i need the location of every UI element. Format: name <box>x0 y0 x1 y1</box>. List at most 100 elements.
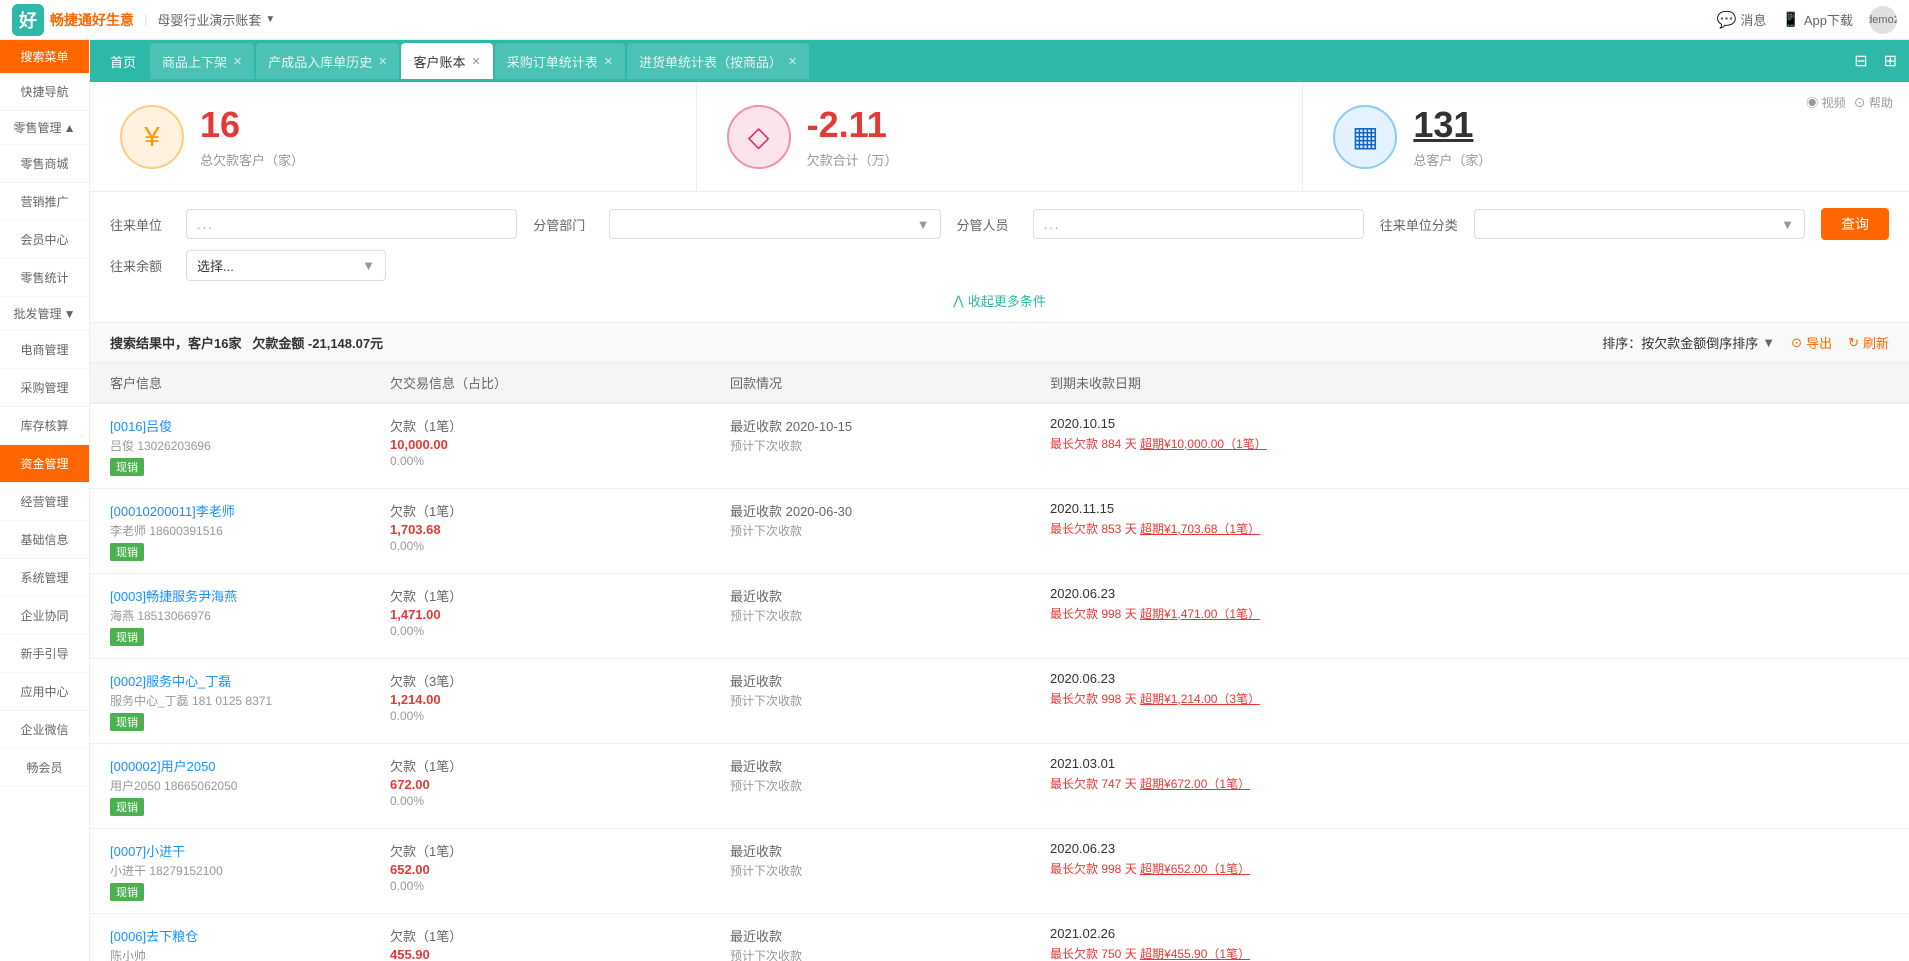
table-row: [00010200011]李老师 李老师 18600391516 现销 欠款（1… <box>90 489 1909 574</box>
customer-name-link[interactable]: [000002]用户2050 <box>110 759 216 774</box>
debt-amount: 672.00 <box>390 777 730 792</box>
debt-amount: 10,000.00 <box>390 437 730 452</box>
logo: 好 畅捷通好生意 <box>12 4 134 36</box>
sidebar-item-batch-mgmt[interactable]: 批发管理 ▼ <box>0 297 89 331</box>
sort-control[interactable]: 排序：按欠款金额倒序排序 ▼ <box>1602 333 1775 352</box>
overdue-info[interactable]: 最长欠款 998 天 超期¥652.00（1笔） <box>1050 860 1889 877</box>
tab-purchase-summary[interactable]: 进货单统计表（按商品） ✕ <box>627 43 809 79</box>
overdue-info[interactable]: 最长欠款 998 天 超期¥1,214.00（3笔） <box>1050 690 1889 707</box>
sidebar-item-basic-info[interactable]: 基础信息 <box>0 521 89 559</box>
customer-phone: 李老师 18600391516 <box>110 522 390 539</box>
sidebar-item-operations[interactable]: 经营管理 <box>0 483 89 521</box>
debt-percent: 0.00% <box>390 624 730 638</box>
return-next: 预计下次收款 <box>730 437 1050 454</box>
export-btn[interactable]: ⊙ 导出 <box>1791 333 1832 352</box>
tab-expand-btn[interactable]: ⊞ <box>1880 49 1901 73</box>
customer-name-link[interactable]: [0002]服务中心_丁磊 <box>110 674 231 689</box>
stat-value-total-debt: -2.11 <box>807 104 898 146</box>
customer-name-link[interactable]: [0003]畅捷服务尹海燕 <box>110 589 237 604</box>
sidebar-item-app-center[interactable]: 应用中心 <box>0 673 89 711</box>
debt-count: 欠款（1笔） <box>390 501 730 520</box>
overdue-info[interactable]: 最长欠款 998 天 超期¥1,471.00（1笔） <box>1050 605 1889 622</box>
help-doc-link[interactable]: ⊙ 帮助 <box>1854 94 1893 111</box>
category-select[interactable]: ▼ <box>1474 209 1805 239</box>
balance-label: 往来余额 <box>110 256 170 275</box>
tab-home[interactable]: 首页 <box>98 43 148 79</box>
stat-label-debt-customers: 总欠款客户（家） <box>200 150 304 169</box>
due-date: 2020.06.23 <box>1050 841 1889 856</box>
sidebar-item-marketing[interactable]: 营销推广 <box>0 183 89 221</box>
supplier-input[interactable]: ... <box>186 209 517 239</box>
debt-percent: 0.00% <box>390 709 730 723</box>
user-avatar[interactable]: demo2 <box>1869 6 1897 34</box>
tab-close-customer-account[interactable]: ✕ <box>472 55 481 68</box>
sidebar-item-system[interactable]: 系统管理 <box>0 559 89 597</box>
page-content: ¥ 16 总欠款客户（家） ◇ -2.11 欠款合计（万） <box>90 82 1909 961</box>
return-next: 预计下次收款 <box>730 607 1050 624</box>
sidebar-item-inventory[interactable]: 库存核算 <box>0 407 89 445</box>
return-next: 预计下次收款 <box>730 777 1050 794</box>
balance-select[interactable]: 选择... ▼ <box>186 250 386 281</box>
company-select[interactable]: 母婴行业演示账套 ▼ <box>157 10 275 29</box>
sidebar-item-newbie[interactable]: 新手引导 <box>0 635 89 673</box>
customer-name-link[interactable]: [0006]去下粮仓 <box>110 929 198 944</box>
sidebar-item-retail-stats[interactable]: 零售统计 <box>0 259 89 297</box>
filter-area: 往来单位 ... 分管部门 ▼ 分管人员 ... 往来单位 <box>90 192 1909 323</box>
stat-icon-building: ▦ <box>1333 105 1397 169</box>
debt-count: 欠款（1笔） <box>390 926 730 945</box>
tab-close-production[interactable]: ✕ <box>378 55 387 68</box>
tab-production[interactable]: 产成品入库单历史 ✕ <box>256 43 399 79</box>
customer-phone: 服务中心_丁磊 181 0125 8371 <box>110 692 390 709</box>
overdue-info[interactable]: 最长欠款 750 天 超期¥455.90（1笔） <box>1050 945 1889 961</box>
sidebar-item-retail-mgmt[interactable]: 零售管理 ▲ <box>0 111 89 145</box>
collapse-filter-btn[interactable]: ⋀ 收起更多条件 <box>949 287 1050 314</box>
col-header-customer: 客户信息 <box>110 373 390 392</box>
overdue-info[interactable]: 最长欠款 853 天 超期¥1,703.68（1笔） <box>1050 520 1889 537</box>
sidebar-item-retail-mall[interactable]: 零售商城 <box>0 145 89 183</box>
sidebar-item-member-vip[interactable]: 畅会员 <box>0 749 89 787</box>
stats-bar: ¥ 16 总欠款客户（家） ◇ -2.11 欠款合计（万） <box>90 82 1909 192</box>
sidebar-search[interactable]: 搜索菜单 <box>0 40 89 73</box>
search-button[interactable]: 查询 <box>1821 208 1889 240</box>
tab-customer-account[interactable]: 客户账本 ✕ <box>401 43 492 79</box>
return-next: 预计下次收款 <box>730 947 1050 961</box>
sidebar-item-finance[interactable]: 资金管理 <box>0 445 89 483</box>
debt-amount: 1,214.00 <box>390 692 730 707</box>
results-info: 搜索结果中，客户16家 欠款金额 -21,148.07元 <box>110 333 383 352</box>
sidebar-item-quick-nav[interactable]: 快捷导航 <box>0 73 89 111</box>
table-row: [0002]服务中心_丁磊 服务中心_丁磊 181 0125 8371 现销 欠… <box>90 659 1909 744</box>
overdue-info[interactable]: 最长欠款 884 天 超期¥10,000.00（1笔） <box>1050 435 1889 452</box>
overdue-info[interactable]: 最长欠款 747 天 超期¥672.00（1笔） <box>1050 775 1889 792</box>
stat-icon-yuan: ¥ <box>120 105 184 169</box>
tab-minimize-btn[interactable]: ⊟ <box>1850 49 1871 73</box>
customer-phone: 陈小帅 <box>110 947 390 961</box>
due-date: 2020.11.15 <box>1050 501 1889 516</box>
tab-close-purchase-summary[interactable]: ✕ <box>788 55 797 68</box>
col-header-return: 回款情况 <box>730 373 1050 392</box>
tab-purchase-order[interactable]: 采购订单统计表 ✕ <box>495 43 625 79</box>
tab-close-purchase-order[interactable]: ✕ <box>604 55 613 68</box>
message-btn[interactable]: 💬 消息 <box>1716 10 1766 30</box>
help-video-link[interactable]: ◉ 视频 <box>1806 94 1845 111</box>
sidebar-item-purchase[interactable]: 采购管理 <box>0 369 89 407</box>
customer-name-link[interactable]: [00010200011]李老师 <box>110 504 235 519</box>
customer-badge: 现销 <box>110 628 144 646</box>
sidebar-item-enterprise[interactable]: 企业协同 <box>0 597 89 635</box>
customer-name-link[interactable]: [0007]小进干 <box>110 844 185 859</box>
debt-percent: 0.00% <box>390 879 730 893</box>
dept-select[interactable]: ▼ <box>609 209 940 239</box>
tab-goods[interactable]: 商品上下架 ✕ <box>150 43 254 79</box>
tab-close-goods[interactable]: ✕ <box>233 55 242 68</box>
debt-amount: 1,703.68 <box>390 522 730 537</box>
customer-name-link[interactable]: [0016]吕俊 <box>110 419 172 434</box>
sidebar-item-corp-wechat[interactable]: 企业微信 <box>0 711 89 749</box>
customer-badge: 现销 <box>110 458 144 476</box>
return-next: 预计下次收款 <box>730 522 1050 539</box>
refresh-btn[interactable]: ↻ 刷新 <box>1848 333 1889 352</box>
due-date: 2020.06.23 <box>1050 586 1889 601</box>
app-download-btn[interactable]: 📱 App下载 <box>1782 10 1853 29</box>
debt-percent: 0.00% <box>390 794 730 808</box>
sidebar-item-member[interactable]: 会员中心 <box>0 221 89 259</box>
sidebar-item-ecommerce[interactable]: 电商管理 <box>0 331 89 369</box>
person-input[interactable]: ... <box>1033 209 1364 239</box>
